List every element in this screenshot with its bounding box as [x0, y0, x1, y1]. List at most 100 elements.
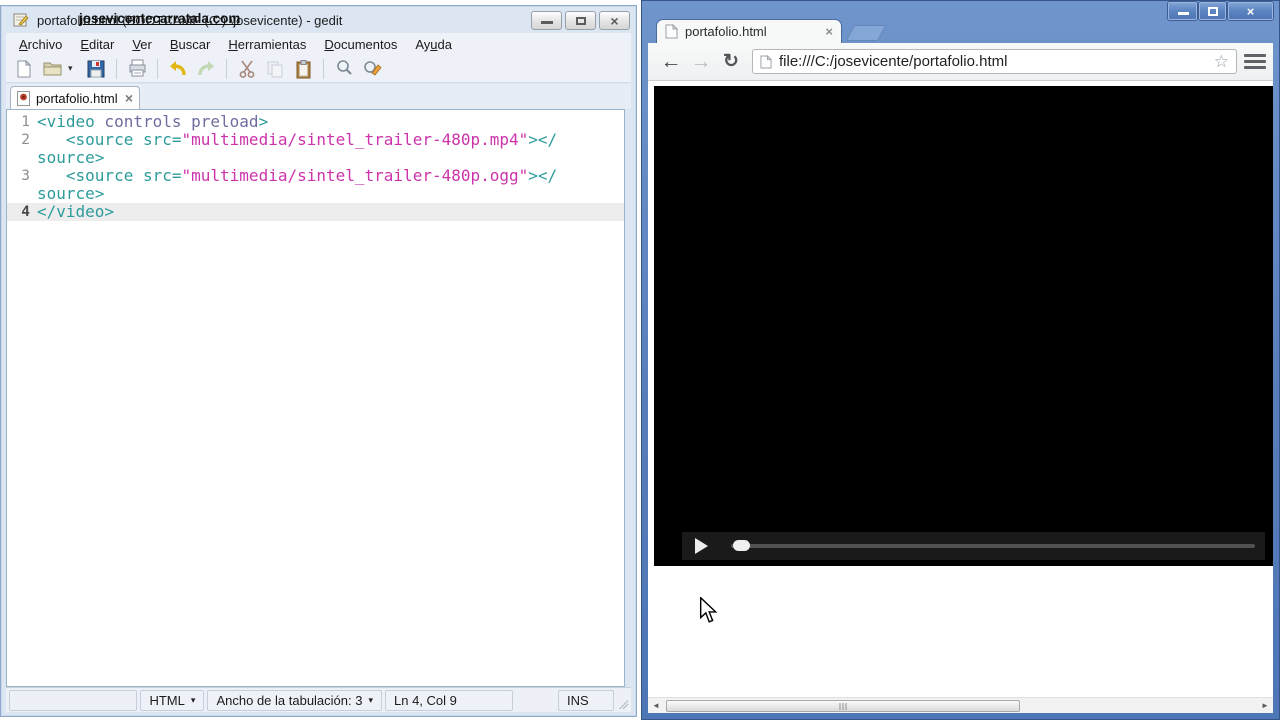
code-row: source>	[7, 185, 624, 203]
find-button[interactable]	[332, 57, 356, 81]
bookmark-star-icon[interactable]: ☆	[1214, 52, 1229, 72]
scroll-left-icon[interactable]: ◄	[648, 701, 664, 710]
line-number: 4	[7, 203, 37, 221]
redo-button[interactable]	[194, 57, 218, 81]
line-number: 2	[7, 131, 37, 149]
line-number: 3	[7, 167, 37, 185]
gedit-toolbar: ▾	[6, 55, 631, 83]
undo-icon	[170, 60, 186, 75]
line-number	[7, 149, 37, 167]
gedit-tab-portafolio[interactable]: portafolio.html ×	[10, 86, 140, 109]
maximize-icon	[576, 17, 586, 25]
new-document-icon	[17, 59, 32, 77]
code-row: 4 </video>	[7, 203, 624, 221]
seek-thumb[interactable]	[733, 540, 750, 551]
mouse-cursor	[699, 597, 718, 623]
language-selector[interactable]: HTML ▾	[140, 689, 205, 711]
seek-track[interactable]	[731, 544, 1255, 548]
menu-documentos[interactable]: Documentos	[315, 34, 406, 55]
chevron-down-icon: ▾	[368, 694, 373, 705]
horizontal-scrollbar[interactable]: ◄ ►	[648, 697, 1273, 713]
page-favicon-icon	[665, 24, 678, 39]
gedit-app-icon	[13, 13, 29, 27]
editor-code[interactable]: 1 <video controls preload> 2 <source src="…	[6, 109, 625, 687]
scrollbar-thumb[interactable]	[666, 700, 1020, 712]
minimize-icon	[541, 21, 553, 24]
video-seek-bar[interactable]	[731, 540, 1255, 552]
overwrite-mode-indicator: INS	[558, 689, 614, 711]
paste-button[interactable]	[291, 57, 315, 81]
chrome-maximize-button[interactable]	[1199, 2, 1226, 20]
find-replace-button[interactable]	[360, 57, 384, 81]
redo-icon	[198, 60, 214, 75]
line-number	[7, 185, 37, 203]
watermark-text: josevicentecarratala.com	[79, 11, 241, 26]
gedit-minimize-button[interactable]	[531, 11, 562, 30]
hamburger-icon	[1244, 54, 1266, 57]
video-controls-bar	[682, 532, 1265, 560]
open-button[interactable]	[40, 57, 64, 81]
browser-viewport	[648, 81, 1273, 697]
html5-video-player[interactable]	[654, 86, 1273, 566]
gedit-window: portafolio.html (BOOTCAMP (C:) \josevice…	[0, 5, 637, 717]
tab-width-selector[interactable]: Ancho de la tabulación: 3 ▾	[207, 689, 382, 711]
new-document-button[interactable]	[12, 57, 36, 81]
line-number: 1	[7, 113, 37, 131]
menu-ver[interactable]: Ver	[123, 34, 161, 55]
copy-button[interactable]	[263, 57, 287, 81]
scroll-right-icon[interactable]: ►	[1257, 701, 1273, 710]
gedit-titlebar[interactable]: portafolio.html (BOOTCAMP (C:) \josevice…	[5, 9, 632, 33]
print-button[interactable]	[125, 57, 149, 81]
close-icon: ×	[610, 13, 619, 29]
desktop: portafolio.html (BOOTCAMP (C:) \josevice…	[0, 0, 1280, 720]
code-row: 3 <source src="multimedia/sintel_trailer…	[7, 167, 624, 185]
url-bar[interactable]: file:///C:/josevicente/portafolio.html ☆	[752, 49, 1237, 74]
code-row: 1 <video controls preload>	[7, 113, 624, 131]
code-row: source>	[7, 149, 624, 167]
play-button-icon[interactable]	[695, 538, 708, 554]
save-button[interactable]	[84, 57, 108, 81]
chrome-window: × portafolio.html × ← → ↻ file:///C:/jos…	[641, 0, 1280, 720]
chrome-tab-portafolio[interactable]: portafolio.html ×	[656, 19, 842, 43]
resize-grip[interactable]	[618, 699, 628, 709]
open-dropdown-icon: ▾	[68, 63, 73, 73]
gedit-tabbar: portafolio.html ×	[6, 84, 631, 109]
gedit-maximize-button[interactable]	[565, 11, 596, 30]
print-icon	[129, 59, 145, 77]
menu-bar: Archivo Editar Ver Buscar Herramientas Docume…	[6, 33, 631, 55]
chevron-down-icon: ▾	[190, 694, 196, 705]
menu-buscar[interactable]: Buscar	[161, 34, 219, 55]
chrome-close-button[interactable]: ×	[1228, 2, 1273, 20]
copy-icon	[267, 61, 283, 77]
chrome-menu-button[interactable]	[1237, 54, 1273, 69]
find-replace-icon	[363, 61, 382, 76]
back-button[interactable]: ←	[656, 50, 686, 74]
undo-button[interactable]	[166, 57, 190, 81]
gedit-tab-label: portafolio.html	[36, 90, 118, 106]
menu-herramientas[interactable]: Herramientas	[219, 34, 315, 55]
page-icon	[760, 54, 772, 68]
chrome-minimize-button[interactable]	[1168, 2, 1197, 20]
paste-icon	[296, 59, 311, 78]
menu-archivo[interactable]: Archivo	[10, 34, 71, 55]
menu-ayuda[interactable]: Ayuda	[406, 34, 461, 55]
url-text: file:///C:/josevicente/portafolio.html	[779, 53, 1008, 70]
tab-close-icon[interactable]: ×	[125, 91, 133, 105]
reload-button[interactable]: ↻	[716, 50, 746, 73]
document-icon	[17, 90, 30, 106]
open-dropdown-button[interactable]: ▾	[68, 57, 80, 81]
new-tab-button[interactable]	[845, 25, 887, 41]
tab-close-icon[interactable]: ×	[825, 24, 833, 39]
minimize-icon	[1178, 12, 1189, 15]
forward-button[interactable]: →	[686, 50, 716, 74]
gedit-statusbar: HTML ▾ Ancho de la tabulación: 3 ▾ Ln 4,…	[6, 687, 631, 712]
gedit-close-button[interactable]: ×	[599, 11, 630, 30]
find-icon	[336, 60, 352, 75]
menu-editar[interactable]: Editar	[71, 34, 123, 55]
save-icon	[87, 60, 105, 77]
statusbar-message-area	[9, 689, 138, 711]
open-folder-icon	[43, 62, 61, 76]
cut-icon	[239, 60, 255, 78]
cut-button[interactable]	[235, 57, 259, 81]
maximize-icon	[1208, 7, 1218, 16]
